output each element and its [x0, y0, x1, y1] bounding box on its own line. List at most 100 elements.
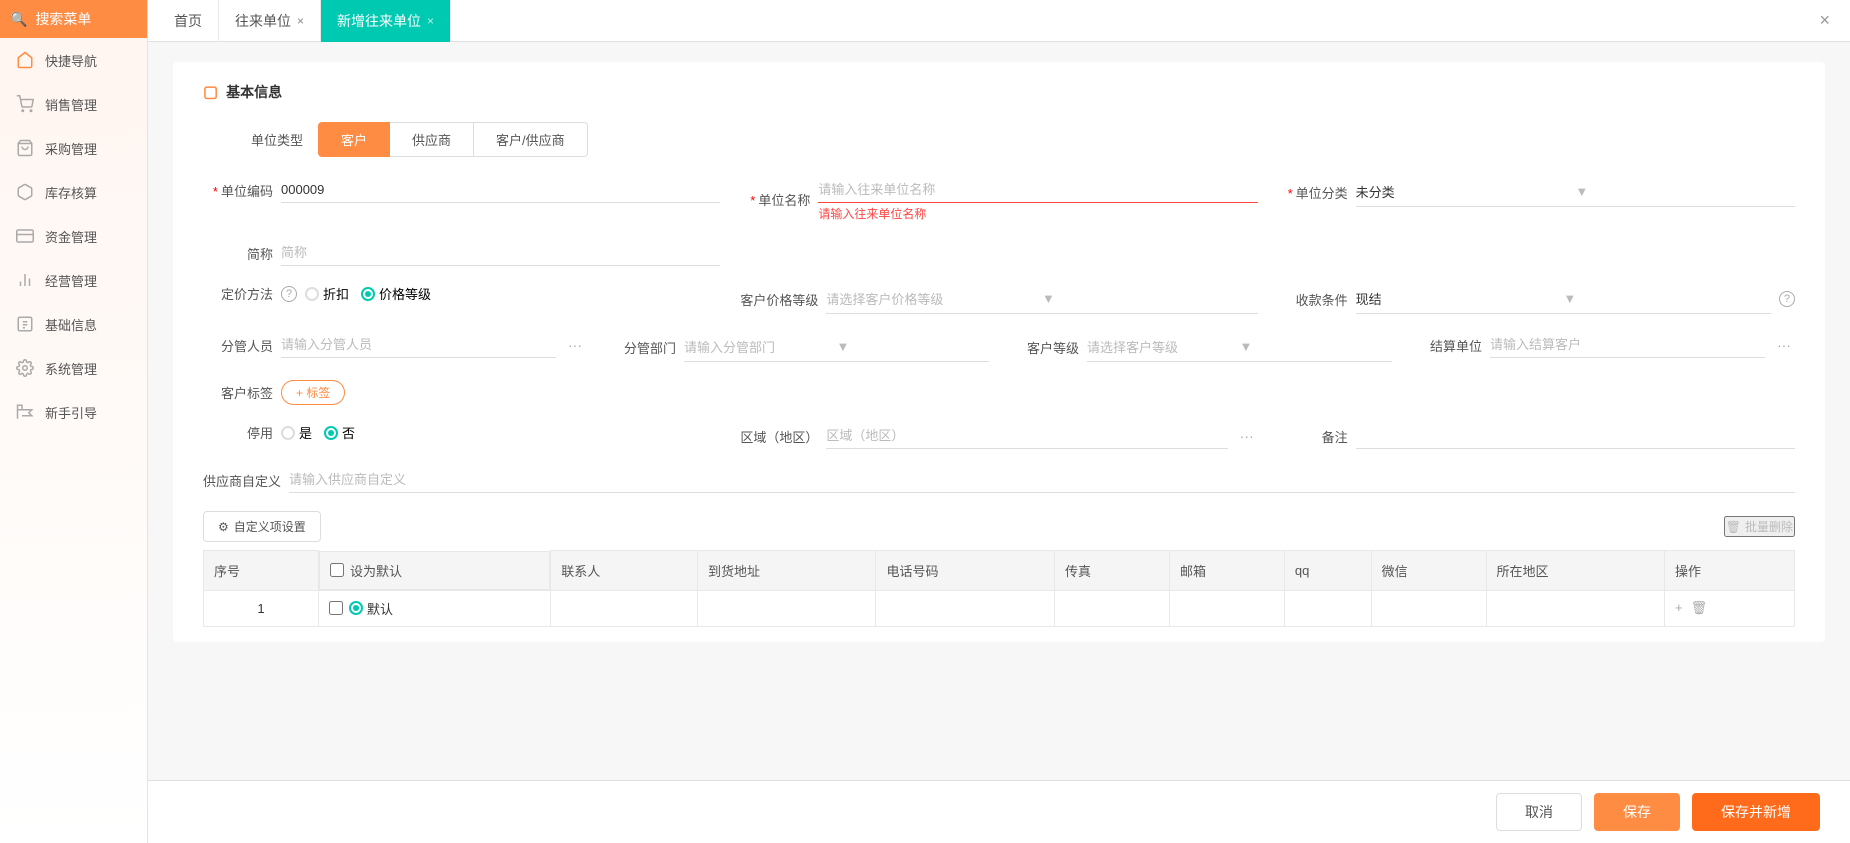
shop-icon — [15, 94, 35, 114]
basic-info-card: ▢ 基本信息 单位类型 客户 供应商 客户/供应商 单位编码 单位名称 — [173, 62, 1825, 642]
save-new-button[interactable]: 保存并新增 — [1692, 793, 1820, 831]
sidebar-search[interactable]: 🔍 搜索菜单 — [0, 0, 147, 38]
sidebar-item-label: 经营管理 — [45, 271, 97, 290]
col-region: 所在地区 — [1486, 551, 1665, 591]
field-supplier-custom: 供应商自定义 — [203, 467, 1795, 493]
close-icon[interactable]: × — [427, 14, 434, 28]
delete-row-button[interactable]: 🗑 — [1691, 600, 1708, 616]
field-settlement-unit: 结算单位 ··· — [1412, 332, 1795, 358]
sidebar-item-inventory[interactable]: 库存核算 — [0, 170, 147, 214]
sidebar-item-system[interactable]: 系统管理 — [0, 346, 147, 390]
tab-home[interactable]: 首页 — [158, 0, 219, 42]
select-all-checkbox[interactable] — [330, 563, 344, 577]
chart-icon — [15, 270, 35, 290]
field-customer-price-level: 客户价格等级 请选择客户价格等级 ▼ — [740, 284, 1257, 314]
radio-yes-circle — [281, 426, 295, 440]
sidebar-item-finance[interactable]: 资金管理 — [0, 214, 147, 258]
tab-new-partner[interactable]: 新增往来单位 × — [321, 0, 451, 42]
field-region: 区域（地区） ··· — [740, 423, 1257, 449]
footer: 取消 保存 保存并新增 — [148, 780, 1850, 843]
settlement-unit-input[interactable] — [1490, 332, 1765, 358]
radio-default-circle — [349, 601, 363, 615]
add-row-button[interactable]: + — [1675, 600, 1683, 616]
tab-partners-label: 往来单位 — [235, 11, 291, 31]
save-button[interactable]: 保存 — [1594, 793, 1680, 831]
section-title: ▢ 基本信息 — [203, 82, 1795, 102]
disabled-no-option[interactable]: 否 — [324, 423, 355, 442]
sidebar-item-label: 基础信息 — [45, 315, 97, 334]
chevron-down-icon: ▼ — [1575, 184, 1795, 199]
sidebar-item-quick-nav[interactable]: 快捷导航 — [0, 38, 147, 82]
field-note: 备注 — [1278, 423, 1795, 449]
unit-name-with-error: 请输入往来单位名称 — [818, 177, 1257, 222]
gear-icon — [15, 358, 35, 378]
short-name-input[interactable] — [281, 240, 720, 266]
payment-terms-select[interactable]: 现结 ▼ — [1356, 284, 1771, 314]
note-label: 备注 — [1278, 427, 1348, 446]
cell-fax — [1055, 590, 1170, 626]
unit-type-both[interactable]: 客户/供应商 — [474, 122, 588, 157]
table-section: ⚙ 自定义项设置 🗑 批量删除 序号 设为默认 — [203, 511, 1795, 627]
radio-no-circle — [324, 426, 338, 440]
pricing-discount-option[interactable]: 折扣 — [305, 284, 349, 303]
batch-delete-button[interactable]: 🗑 批量删除 — [1724, 516, 1795, 537]
help-icon-payment[interactable]: ? — [1779, 291, 1795, 307]
form-row-7: 供应商自定义 — [203, 467, 1795, 493]
disabled-yes-option[interactable]: 是 — [281, 423, 312, 442]
field-unit-category: 单位分类 未分类 ▼ — [1278, 177, 1795, 207]
field-pricing-method: 定价方法 ? 折扣 价格等级 — [203, 284, 720, 303]
unit-code-input[interactable] — [281, 177, 720, 203]
tab-new-partner-label: 新增往来单位 — [337, 11, 421, 31]
customer-price-level-label: 客户价格等级 — [740, 290, 818, 309]
close-icon[interactable]: × — [297, 14, 304, 28]
pricing-level-option[interactable]: 价格等级 — [361, 284, 431, 303]
row-checkbox[interactable] — [329, 601, 343, 615]
box-icon — [15, 182, 35, 202]
more-icon-region[interactable]: ··· — [1236, 428, 1258, 444]
unit-name-input[interactable] — [818, 177, 1257, 203]
sidebar-item-basic-info[interactable]: 基础信息 — [0, 302, 147, 346]
sidebar-item-purchase[interactable]: 采购管理 — [0, 126, 147, 170]
main-area: 首页 往来单位 × 新增往来单位 × × ▢ 基本信息 单位类型 客户 供应商 … — [148, 0, 1850, 843]
tab-home-label: 首页 — [174, 11, 202, 31]
customer-price-level-select[interactable]: 请选择客户价格等级 ▼ — [826, 284, 1257, 314]
payment-terms-value: 现结 — [1356, 289, 1564, 308]
note-input[interactable] — [1356, 423, 1795, 449]
department-select[interactable]: 请输入分管部门 ▼ — [684, 332, 989, 362]
col-email: 邮箱 — [1169, 551, 1284, 591]
sidebar-item-label: 采购管理 — [45, 139, 97, 158]
bag-icon — [15, 138, 35, 158]
table-header: 序号 设为默认 联系人 到货地址 电话号码 传真 邮箱 qq 微信 — [204, 551, 1795, 591]
customer-level-select[interactable]: 请选择客户等级 ▼ — [1087, 332, 1392, 362]
field-customer-level: 客户等级 请选择客户等级 ▼ — [1009, 332, 1392, 362]
manager-input[interactable] — [281, 332, 556, 358]
add-tag-button[interactable]: + 标签 — [281, 380, 345, 405]
customer-price-level-placeholder: 请选择客户价格等级 — [826, 289, 1042, 308]
unit-type-row: 单位类型 客户 供应商 客户/供应商 — [203, 122, 1795, 157]
default-radio[interactable]: 默认 — [349, 599, 393, 618]
unit-category-select[interactable]: 未分类 ▼ — [1356, 177, 1795, 207]
sidebar-item-label: 系统管理 — [45, 359, 97, 378]
custom-settings-button[interactable]: ⚙ 自定义项设置 — [203, 511, 321, 542]
chevron-down-icon: ▼ — [837, 339, 990, 354]
settlement-unit-label: 结算单位 — [1412, 336, 1482, 355]
unit-type-customer[interactable]: 客户 — [318, 122, 390, 157]
more-icon[interactable]: ··· — [564, 337, 586, 353]
sidebar-item-sales[interactable]: 销售管理 — [0, 82, 147, 126]
unit-type-supplier[interactable]: 供应商 — [390, 122, 474, 157]
help-icon[interactable]: ? — [281, 286, 297, 302]
sidebar-item-guide[interactable]: 新手引导 — [0, 390, 147, 434]
manager-label: 分管人员 — [203, 336, 273, 355]
more-icon-settlement[interactable]: ··· — [1773, 337, 1795, 353]
tab-partners[interactable]: 往来单位 × — [219, 0, 321, 42]
sidebar-item-operations[interactable]: 经营管理 — [0, 258, 147, 302]
cancel-button[interactable]: 取消 — [1496, 793, 1582, 831]
supplier-custom-input[interactable] — [289, 467, 1795, 493]
table-toolbar: ⚙ 自定义项设置 🗑 批量删除 — [203, 511, 1795, 542]
region-input[interactable] — [826, 423, 1227, 449]
window-close-button[interactable]: × — [1809, 10, 1840, 31]
pricing-radio-group: 折扣 价格等级 — [305, 284, 431, 303]
cell-wechat — [1371, 590, 1486, 626]
form-row-4: 分管人员 ··· 分管部门 请输入分管部门 ▼ 客户等级 请选择客户等级 ▼ — [203, 332, 1795, 362]
short-name-label: 简称 — [203, 244, 273, 263]
